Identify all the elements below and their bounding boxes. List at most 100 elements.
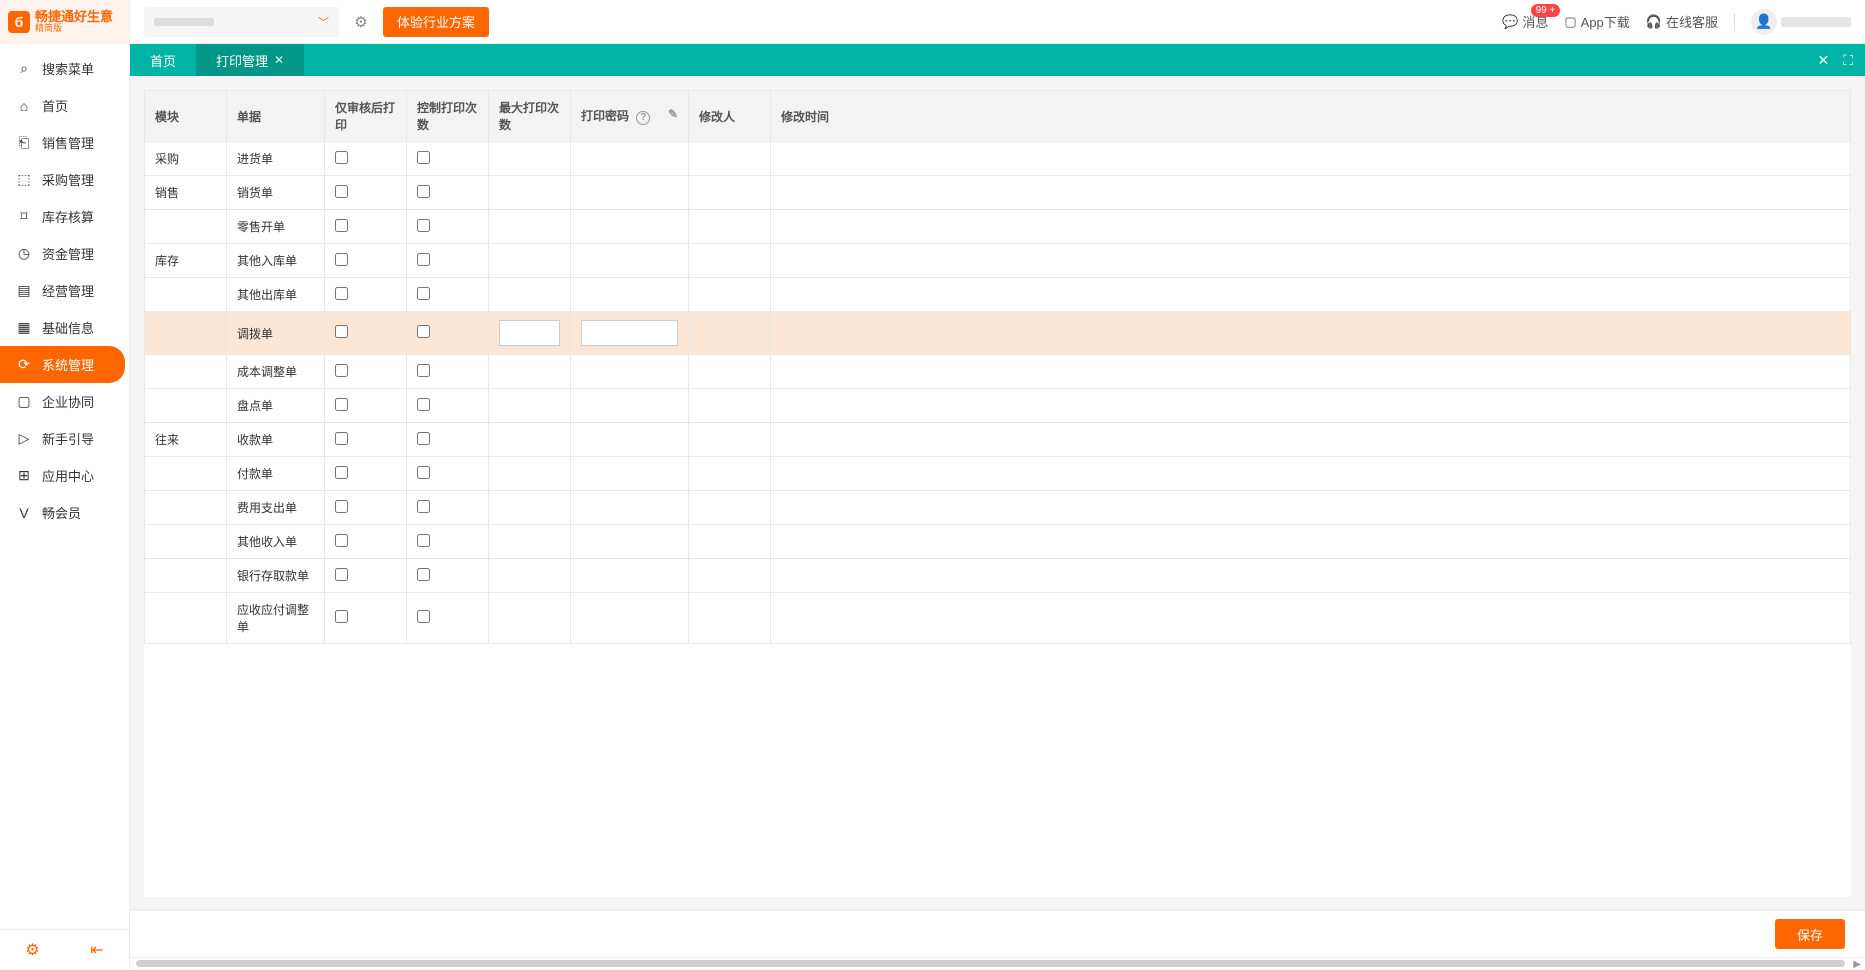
cell-ctrl bbox=[407, 525, 489, 559]
nav-purchase[interactable]: ⬚采购管理 bbox=[0, 161, 129, 198]
cell-modifier bbox=[689, 525, 771, 559]
audit-checkbox[interactable] bbox=[335, 219, 348, 232]
nav-apps-label: 应用中心 bbox=[42, 466, 94, 485]
save-button[interactable]: 保存 bbox=[1775, 919, 1845, 949]
table-row: 库存 其他入库单 bbox=[145, 244, 1851, 278]
cell-ctrl bbox=[407, 312, 489, 355]
ctrl-checkbox[interactable] bbox=[417, 534, 430, 547]
table-row: 盘点单 bbox=[145, 389, 1851, 423]
scrollbar-thumb[interactable] bbox=[136, 960, 1845, 967]
nav-search[interactable]: ⌕搜索菜单 bbox=[0, 50, 129, 87]
workspace-select[interactable]: ﹀ bbox=[144, 7, 339, 37]
table-row: 采购 进货单 bbox=[145, 142, 1851, 176]
ctrl-checkbox[interactable] bbox=[417, 253, 430, 266]
footer-bar: 保存 bbox=[130, 911, 1865, 957]
cell-ctrl bbox=[407, 593, 489, 644]
ctrl-checkbox[interactable] bbox=[417, 500, 430, 513]
cell-audit bbox=[325, 278, 407, 312]
user-menu[interactable]: 👤 bbox=[1751, 9, 1851, 35]
max-print-input[interactable] bbox=[499, 320, 560, 346]
nav-guide[interactable]: ▷新手引导 bbox=[0, 420, 129, 457]
nav-base-label: 基础信息 bbox=[42, 318, 94, 337]
sidebar: б 畅捷通好生意 精简版 ⌕搜索菜单⌂首页⎗销售管理⬚采购管理⌑库存核算◷资金管… bbox=[0, 0, 130, 969]
cell-modifier bbox=[689, 389, 771, 423]
fullscreen-icon[interactable]: ⛶ bbox=[1843, 52, 1853, 69]
audit-checkbox[interactable] bbox=[335, 568, 348, 581]
edit-icon[interactable]: ✎ bbox=[668, 107, 678, 121]
ctrl-checkbox[interactable] bbox=[417, 185, 430, 198]
nav-base[interactable]: ▦基础信息 bbox=[0, 309, 129, 346]
cell-pwd bbox=[571, 389, 689, 423]
audit-checkbox[interactable] bbox=[335, 253, 348, 266]
ctrl-checkbox[interactable] bbox=[417, 325, 430, 338]
audit-checkbox[interactable] bbox=[335, 325, 348, 338]
ctrl-checkbox[interactable] bbox=[417, 364, 430, 377]
ctrl-checkbox[interactable] bbox=[417, 466, 430, 479]
nav-apps[interactable]: ⊞应用中心 bbox=[0, 457, 129, 494]
collapse-icon[interactable]: ⇤ bbox=[90, 940, 103, 960]
nav-member[interactable]: V畅会员 bbox=[0, 494, 129, 531]
audit-checkbox[interactable] bbox=[335, 500, 348, 513]
nav-ops-label: 经营管理 bbox=[42, 281, 94, 300]
app-download-link[interactable]: ▢ App下载 bbox=[1564, 12, 1629, 31]
help-icon[interactable]: ? bbox=[636, 111, 650, 125]
audit-checkbox[interactable] bbox=[335, 185, 348, 198]
audit-checkbox[interactable] bbox=[335, 151, 348, 164]
cell-time bbox=[771, 525, 1851, 559]
ctrl-checkbox[interactable] bbox=[417, 219, 430, 232]
cell-audit bbox=[325, 142, 407, 176]
cell-module bbox=[145, 525, 227, 559]
cell-max bbox=[489, 423, 571, 457]
close-all-icon[interactable]: ✕ bbox=[1817, 52, 1829, 69]
online-service-link[interactable]: 🎧 在线客服 bbox=[1646, 12, 1718, 31]
cell-module bbox=[145, 491, 227, 525]
horizontal-scrollbar[interactable]: ▶ bbox=[130, 957, 1865, 969]
audit-checkbox[interactable] bbox=[335, 398, 348, 411]
tab-1-close-icon[interactable]: ✕ bbox=[274, 53, 284, 67]
ctrl-checkbox[interactable] bbox=[417, 151, 430, 164]
nav-ops[interactable]: ▤ 经营管理 bbox=[0, 272, 129, 309]
audit-checkbox[interactable] bbox=[335, 610, 348, 623]
nav-funds-label: 资金管理 bbox=[42, 244, 94, 263]
audit-checkbox[interactable] bbox=[335, 287, 348, 300]
tab-1[interactable]: 打印管理✕ bbox=[196, 44, 304, 76]
print-password-input[interactable] bbox=[581, 320, 678, 346]
cell-time bbox=[771, 559, 1851, 593]
cell-pwd bbox=[571, 176, 689, 210]
table-row: 银行存取款单 bbox=[145, 559, 1851, 593]
audit-checkbox[interactable] bbox=[335, 466, 348, 479]
nav-collab[interactable]: ▢企业协同 bbox=[0, 383, 129, 420]
col-max: 最大打印次数 bbox=[489, 91, 571, 142]
ctrl-checkbox[interactable] bbox=[417, 568, 430, 581]
logo: б 畅捷通好生意 精简版 bbox=[0, 0, 129, 44]
nav-inventory[interactable]: ⌑库存核算 bbox=[0, 198, 129, 235]
ctrl-checkbox[interactable] bbox=[417, 398, 430, 411]
nav-system[interactable]: ⟳系统管理 bbox=[0, 346, 125, 383]
ctrl-checkbox[interactable] bbox=[417, 610, 430, 623]
cell-doc: 其他收入单 bbox=[227, 525, 325, 559]
messages-link[interactable]: 💬 消息 99 + bbox=[1502, 12, 1548, 31]
ctrl-checkbox[interactable] bbox=[417, 432, 430, 445]
audit-checkbox[interactable] bbox=[335, 364, 348, 377]
cell-module bbox=[145, 355, 227, 389]
cell-modifier bbox=[689, 176, 771, 210]
cell-modifier bbox=[689, 593, 771, 644]
nav-sales[interactable]: ⎗销售管理 bbox=[0, 124, 129, 161]
try-solution-button[interactable]: 体验行业方案 bbox=[383, 7, 489, 37]
nav-home[interactable]: ⌂首页 bbox=[0, 87, 129, 124]
audit-checkbox[interactable] bbox=[335, 534, 348, 547]
nav-funds[interactable]: ◷资金管理 bbox=[0, 235, 129, 272]
settings-icon[interactable]: ⚙ bbox=[25, 940, 39, 960]
ctrl-checkbox[interactable] bbox=[417, 287, 430, 300]
cell-doc: 成本调整单 bbox=[227, 355, 325, 389]
nav-ops-icon: ▤ bbox=[16, 283, 32, 299]
config-icon[interactable]: ⚙ bbox=[349, 13, 373, 31]
divider bbox=[1734, 13, 1735, 31]
audit-checkbox[interactable] bbox=[335, 432, 348, 445]
nav-search-icon: ⌕ bbox=[16, 61, 32, 77]
table-row: 费用支出单 bbox=[145, 491, 1851, 525]
cell-audit bbox=[325, 423, 407, 457]
scroll-right-icon[interactable]: ▶ bbox=[1853, 959, 1861, 970]
tab-0[interactable]: 首页 bbox=[130, 44, 196, 76]
cell-ctrl bbox=[407, 559, 489, 593]
